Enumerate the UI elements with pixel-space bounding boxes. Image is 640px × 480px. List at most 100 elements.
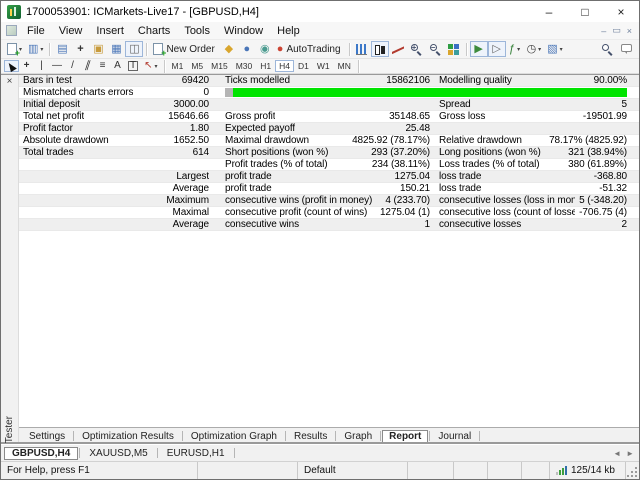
report-value: -51.32 — [599, 183, 627, 194]
tester-tab-results[interactable]: Results — [287, 430, 334, 443]
arrows-tool[interactable]: ↖ ▾ — [141, 60, 160, 72]
experts-button[interactable]: ● — [238, 41, 256, 57]
menu-charts[interactable]: Charts — [131, 25, 177, 37]
text-label-tool[interactable]: T — [125, 60, 141, 72]
chart-window-tabs: GBPUSD,H4 XAUUSD,M5 EURUSD,H1 ◄ ► — [1, 444, 639, 461]
strategy-tester-button[interactable]: ◫ — [125, 41, 144, 57]
navigator-button[interactable]: ▣ — [89, 41, 107, 57]
report-value: Largest — [176, 171, 209, 182]
chat-button[interactable] — [617, 41, 635, 57]
toolbar-separator — [163, 59, 165, 73]
menu-tools[interactable]: Tools — [177, 25, 217, 37]
chart-tab-eurusd-h1[interactable]: EURUSD,H1 — [159, 447, 233, 460]
timeframe-d1-button[interactable]: D1 — [294, 60, 313, 72]
timeframe-h4-button[interactable]: H4 — [275, 60, 294, 72]
toolbar-separator — [49, 42, 51, 56]
minimize-button[interactable]: – — [531, 1, 567, 22]
cursor-tool[interactable] — [4, 60, 19, 72]
report-label: Bars in test — [23, 75, 72, 86]
indicators-button[interactable]: ƒ ▾ — [506, 41, 524, 57]
menu-view[interactable]: View — [52, 25, 90, 37]
vertical-line-tool[interactable]: | — [34, 60, 49, 72]
menu-help[interactable]: Help — [270, 25, 307, 37]
community-button[interactable]: ◉ — [256, 41, 274, 57]
modelling-quality-progressbar — [225, 88, 627, 97]
timeframe-m1-button[interactable]: M1 — [168, 60, 188, 72]
periods-button[interactable]: ◷ ▾ — [524, 41, 545, 57]
market-watch-button[interactable]: ▤ — [53, 41, 71, 57]
tester-tab-optimization-graph[interactable]: Optimization Graph — [184, 430, 284, 443]
tab-separator — [79, 448, 81, 458]
metaeditor-button[interactable]: ◆ — [220, 41, 238, 57]
trendline-tool[interactable]: / — [65, 60, 80, 72]
connection-bars-icon — [556, 466, 567, 475]
menu-window[interactable]: Window — [217, 25, 270, 37]
tab-scroll-right-icon[interactable]: ► — [626, 449, 634, 458]
tile-windows-button[interactable] — [445, 41, 463, 57]
mdi-minimize-button[interactable]: – — [601, 26, 606, 36]
tester-close-button[interactable]: × — [7, 77, 13, 87]
equidistant-channel-tool[interactable]: ∥ — [80, 60, 95, 72]
auto-scroll-button[interactable]: ▶ — [469, 41, 488, 57]
timeframe-m30-button[interactable]: M30 — [232, 60, 257, 72]
tester-tab-optimization-results[interactable]: Optimization Results — [75, 430, 181, 443]
crosshair-tool[interactable]: + — [19, 60, 34, 72]
report-label: profit trade — [225, 171, 272, 182]
tester-tab-journal[interactable]: Journal — [431, 430, 478, 443]
timeframe-m15-button[interactable]: M15 — [207, 60, 232, 72]
templates-button[interactable]: ▧ ▾ — [544, 41, 565, 57]
candlestick-chart-button[interactable] — [370, 41, 389, 57]
timeframe-h1-button[interactable]: H1 — [256, 60, 275, 72]
fibonacci-tool[interactable]: ≡ — [95, 60, 110, 72]
text-tool[interactable]: A — [110, 60, 125, 72]
report-label: consecutive wins (profit in money) — [225, 195, 373, 206]
search-button[interactable] — [598, 41, 617, 57]
report-value: 69420 — [181, 75, 209, 86]
chart-shift-button[interactable]: ▷ — [487, 41, 506, 57]
tester-tab-report[interactable]: Report — [382, 429, 429, 443]
title-bar: 1700053901: ICMarkets-Live17 - [GBPUSD,H… — [1, 1, 639, 22]
report-value: 293 (37.20%) — [371, 147, 430, 158]
report-value: 5 (-348.20) — [579, 195, 627, 206]
bar-chart-button[interactable] — [353, 41, 371, 57]
timeframe-mn-button[interactable]: MN — [334, 60, 355, 72]
tester-tab-settings[interactable]: Settings — [22, 430, 72, 443]
report-pair: Loss trades (% of total) 380 (61.89%) — [439, 159, 627, 170]
report-value: 25.48 — [405, 123, 430, 134]
tester-panel: × Tester Bars in test 69420 Ticks modelled… — [1, 74, 639, 444]
zoom-in-button[interactable]: + — [407, 41, 426, 57]
data-window-button[interactable]: + — [71, 41, 89, 57]
status-cell — [408, 462, 454, 479]
report-label: Initial deposit — [23, 99, 80, 110]
menu-file[interactable]: File — [20, 25, 52, 37]
timeframe-w1-button[interactable]: W1 — [313, 60, 334, 72]
terminal-button[interactable]: ▦ — [107, 41, 125, 57]
report-pair: Maximal — [23, 207, 209, 218]
tab-separator — [479, 431, 481, 441]
horizontal-line-tool[interactable]: — — [49, 60, 65, 72]
mdi-restore-button[interactable]: ▭ — [612, 25, 621, 36]
report-empty-area — [19, 231, 639, 427]
resize-grip[interactable] — [626, 462, 639, 479]
tester-tab-graph[interactable]: Graph — [337, 430, 379, 443]
line-chart-button[interactable] — [389, 41, 407, 57]
chart-tab-xauusd-m5[interactable]: XAUUSD,M5 — [81, 447, 155, 460]
new-order-button[interactable]: New Order — [150, 41, 219, 58]
toolbar-separator — [348, 42, 350, 56]
mdi-close-button[interactable]: × — [627, 26, 632, 36]
new-chart-button[interactable]: ▾ — [4, 41, 25, 58]
zoom-out-icon: − — [429, 43, 442, 56]
menu-insert[interactable]: Insert — [89, 25, 131, 37]
zoom-out-button[interactable]: − — [426, 41, 445, 57]
report-pair: Maximal drawdown 4825.92 (78.17%) — [225, 135, 430, 146]
autotrading-button[interactable]: ● AutoTrading — [274, 41, 346, 57]
text-icon: A — [114, 60, 121, 71]
status-profile[interactable]: Default — [298, 462, 408, 479]
maximize-button[interactable]: □ — [567, 1, 603, 22]
timeframe-m5-button[interactable]: M5 — [187, 60, 207, 72]
metaeditor-icon: ◆ — [224, 42, 234, 55]
profiles-button[interactable]: ▥ ▾ — [25, 41, 46, 57]
chart-tab-gbpusd-h4[interactable]: GBPUSD,H4 — [4, 446, 79, 460]
tab-scroll-left-icon[interactable]: ◄ — [613, 449, 621, 458]
close-button[interactable]: × — [603, 1, 639, 22]
